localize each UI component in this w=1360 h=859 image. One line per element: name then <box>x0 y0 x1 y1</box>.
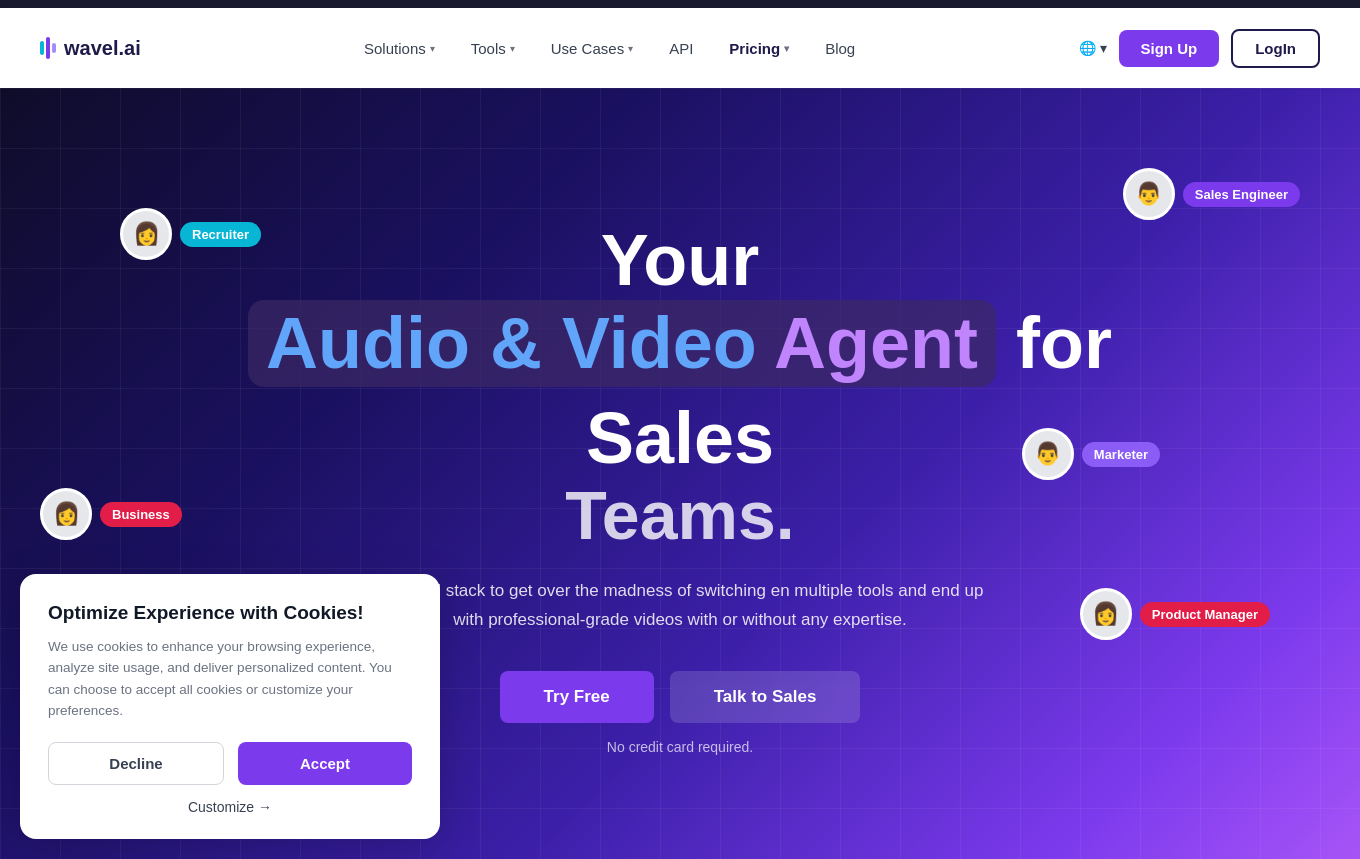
logo-icon <box>40 37 56 59</box>
avatar-business: 👩 Business <box>40 488 182 540</box>
globe-icon: 🌐 <box>1079 40 1096 56</box>
avatar-image-product: 👩 <box>1080 588 1132 640</box>
nav-item-blog[interactable]: Blog <box>825 40 855 57</box>
avatar-image-marketer: 👨 <box>1022 428 1074 480</box>
tools-label: Tools <box>471 40 506 57</box>
headline-highlight-1: Audio & Video <box>266 303 757 383</box>
try-free-button[interactable]: Try Free <box>500 671 654 723</box>
avatar-image-recruiter: 👩 <box>120 208 172 260</box>
logo-bar-2 <box>46 37 50 59</box>
customize-link[interactable]: Customize → <box>48 799 412 815</box>
avatar-image-business: 👩 <box>40 488 92 540</box>
hero-subline: Sales <box>230 399 1130 478</box>
logo-text: wavel.ai <box>64 37 141 60</box>
customize-label: Customize <box>188 799 254 815</box>
hero-headline: Your Audio & Video Agent for <box>230 221 1130 387</box>
cookie-buttons: Decline Accept <box>48 742 412 785</box>
chevron-icon: ▾ <box>784 43 789 54</box>
chevron-down-icon: ▾ <box>1100 40 1107 56</box>
chevron-icon: ▾ <box>628 43 633 54</box>
recruiter-badge: Recruiter <box>180 222 261 247</box>
headline-post: for <box>1016 303 1112 383</box>
accept-button[interactable]: Accept <box>238 742 412 785</box>
avatar-sales-engineer: 👨 Sales Engineer <box>1123 168 1300 220</box>
nav-item-api[interactable]: API <box>669 40 693 57</box>
logo-bar-3 <box>52 43 56 53</box>
avatar-product-manager: 👩 Product Manager <box>1080 588 1270 640</box>
login-button[interactable]: LogIn <box>1231 29 1320 68</box>
nav-links: Solutions ▾ Tools ▾ Use Cases ▾ API Pric… <box>364 40 855 57</box>
business-badge: Business <box>100 502 182 527</box>
avatar-recruiter: 👩 Recruiter <box>120 208 261 260</box>
headline-pill: Audio & Video Agent <box>248 300 996 387</box>
hero-rotating-line: Teams. <box>230 478 1130 553</box>
chevron-icon: ▾ <box>430 43 435 54</box>
signup-button[interactable]: Sign Up <box>1119 30 1220 67</box>
nav-item-pricing[interactable]: Pricing ▾ <box>729 40 789 57</box>
hero-description: ideo tool stack to get over the madness … <box>370 577 990 635</box>
headline-pre: Your <box>601 220 760 300</box>
nav-item-solutions[interactable]: Solutions ▾ <box>364 40 435 57</box>
pricing-label: Pricing <box>729 40 780 57</box>
api-label: API <box>669 40 693 57</box>
avatar-marketer: 👨 Marketer <box>1022 428 1160 480</box>
rotating-word-sales: Sales <box>586 398 774 478</box>
cookie-title: Optimize Experience with Cookies! <box>48 602 412 624</box>
logo-link[interactable]: wavel.ai <box>40 37 141 60</box>
usecases-label: Use Cases <box>551 40 624 57</box>
chevron-icon: ▾ <box>510 43 515 54</box>
headline-highlight-2: Agent <box>774 303 978 383</box>
sales-engineer-badge: Sales Engineer <box>1183 182 1300 207</box>
product-manager-badge: Product Manager <box>1140 602 1270 627</box>
top-announcement-bar <box>0 0 1360 8</box>
decline-button[interactable]: Decline <box>48 742 224 785</box>
logo-bar-1 <box>40 41 44 55</box>
rotating-word-teams: Teams. <box>565 477 794 553</box>
avatar-image-sales: 👨 <box>1123 168 1175 220</box>
nav-actions: 🌐 ▾ Sign Up LogIn <box>1079 29 1321 68</box>
main-nav: wavel.ai Solutions ▾ Tools ▾ Use Cases ▾… <box>0 8 1360 88</box>
cookie-banner: Optimize Experience with Cookies! We use… <box>20 574 440 839</box>
nav-item-usecases[interactable]: Use Cases ▾ <box>551 40 633 57</box>
cookie-description: We use cookies to enhance your browsing … <box>48 636 412 722</box>
blog-label: Blog <box>825 40 855 57</box>
talk-to-sales-button[interactable]: Talk to Sales <box>670 671 861 723</box>
customize-arrow-icon: → <box>258 799 272 815</box>
globe-button[interactable]: 🌐 ▾ <box>1079 40 1107 56</box>
solutions-label: Solutions <box>364 40 426 57</box>
marketer-badge: Marketer <box>1082 442 1160 467</box>
nav-item-tools[interactable]: Tools ▾ <box>471 40 515 57</box>
